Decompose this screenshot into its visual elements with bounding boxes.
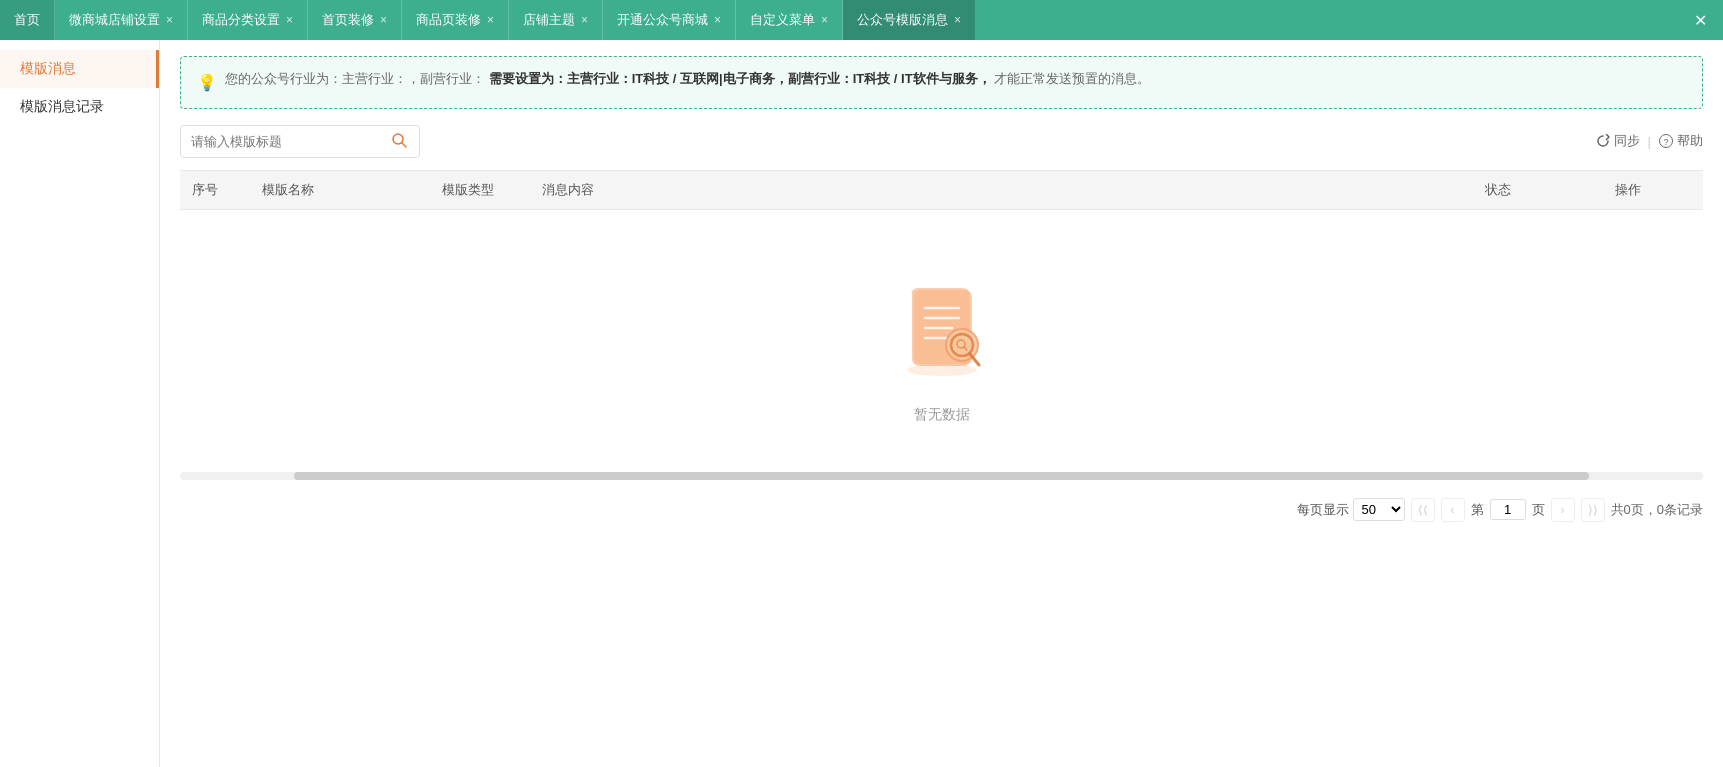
col-type: 模版类型: [430, 170, 530, 209]
page-number-input[interactable]: [1490, 499, 1526, 520]
sidebar-item-template-record-label: 模版消息记录: [20, 98, 104, 114]
sync-icon: [1596, 134, 1610, 148]
page-size-select: 每页显示 50 10 20 100: [1297, 498, 1405, 521]
tab-shop-theme-close[interactable]: ×: [581, 13, 588, 27]
prev-page-button[interactable]: ‹: [1441, 498, 1465, 522]
tab-product-category-close[interactable]: ×: [286, 13, 293, 27]
empty-state: 暂无数据: [180, 210, 1703, 464]
tab-bar: 首页 微商城店铺设置 × 商品分类设置 × 首页装修 × 商品页装修 × 店铺主…: [0, 0, 1723, 40]
table-body: 暂无数据: [180, 209, 1703, 464]
help-button[interactable]: ? 帮助: [1659, 132, 1703, 150]
last-page-button[interactable]: ⟩⟩: [1581, 498, 1605, 522]
page-label-post: 页: [1532, 501, 1545, 519]
tab-custom-menu-label: 自定义菜单: [750, 11, 815, 29]
help-icon: ?: [1659, 134, 1673, 148]
tab-template-msg[interactable]: 公众号模版消息 ×: [843, 0, 976, 40]
sync-label: 同步: [1614, 132, 1640, 150]
search-bar: 同步 | ? 帮助: [180, 125, 1703, 158]
svg-line-1: [402, 143, 406, 147]
notice-box: 💡 您的公众号行业为：主营行业：，副营行业： 需要设置为：主营行业：IT科技 /…: [180, 56, 1703, 109]
tab-shop-theme[interactable]: 店铺主题 ×: [509, 0, 603, 40]
data-table: 序号 模版名称 模版类型 消息内容 状态 操作: [180, 170, 1703, 464]
sidebar-item-template-message-label: 模版消息: [20, 60, 76, 76]
page-size-dropdown[interactable]: 50 10 20 100: [1353, 498, 1405, 521]
first-page-button[interactable]: ⟨⟨: [1411, 498, 1435, 522]
scroll-bar-thumb: [294, 472, 1589, 480]
tab-product-decor-close[interactable]: ×: [487, 13, 494, 27]
scroll-bar[interactable]: [180, 472, 1703, 480]
next-page-button[interactable]: ›: [1551, 498, 1575, 522]
tab-product-decor-label: 商品页装修: [416, 11, 481, 29]
pagination: 每页显示 50 10 20 100 ⟨⟨ ‹ 第 页 › ⟩⟩ 共0页，0条记录: [180, 488, 1703, 532]
notice-suffix: 才能正常发送预置的消息。: [994, 71, 1150, 86]
tab-home-decor-label: 首页装修: [322, 11, 374, 29]
tab-custom-menu[interactable]: 自定义菜单 ×: [736, 0, 843, 40]
help-label: 帮助: [1677, 132, 1703, 150]
table-header-row: 序号 模版名称 模版类型 消息内容 状态 操作: [180, 170, 1703, 209]
sync-button[interactable]: 同步: [1596, 132, 1640, 150]
tab-product-category-label: 商品分类设置: [202, 11, 280, 29]
tab-home-decor[interactable]: 首页装修 ×: [308, 0, 402, 40]
empty-state-row: 暂无数据: [180, 209, 1703, 464]
tab-shop-settings-label: 微商城店铺设置: [69, 11, 160, 29]
window-close-button[interactable]: ✕: [1678, 11, 1723, 30]
page-label-pre: 第: [1471, 501, 1484, 519]
tab-shop-theme-label: 店铺主题: [523, 11, 575, 29]
tab-template-msg-close[interactable]: ×: [954, 13, 961, 27]
search-button[interactable]: [381, 126, 417, 157]
toolbar-right: 同步 | ? 帮助: [1596, 132, 1703, 150]
main-layout: 模版消息 模版消息记录 💡 您的公众号行业为：主营行业：，副营行业： 需要设置为…: [0, 40, 1723, 767]
empty-illustration: [882, 270, 1002, 390]
tab-home[interactable]: 首页: [0, 0, 55, 40]
search-input[interactable]: [181, 128, 381, 155]
tab-product-decor[interactable]: 商品页装修 ×: [402, 0, 509, 40]
sidebar-item-template-record[interactable]: 模版消息记录: [0, 88, 159, 126]
tab-open-mall-label: 开通公众号商城: [617, 11, 708, 29]
svg-text:?: ?: [1663, 137, 1668, 147]
tab-home-label: 首页: [14, 11, 40, 29]
content-area: 💡 您的公众号行业为：主营行业：，副营行业： 需要设置为：主营行业：IT科技 /…: [160, 40, 1723, 767]
empty-text: 暂无数据: [914, 406, 970, 424]
search-icon: [391, 132, 407, 148]
sidebar-item-template-message[interactable]: 模版消息: [0, 50, 159, 88]
search-input-wrap: [180, 125, 420, 158]
col-action: 操作: [1603, 170, 1703, 209]
tab-home-decor-close[interactable]: ×: [380, 13, 387, 27]
tab-open-mall[interactable]: 开通公众号商城 ×: [603, 0, 736, 40]
tab-open-mall-close[interactable]: ×: [714, 13, 721, 27]
notice-highlight: 需要设置为：主营行业：IT科技 / 互联网|电子商务，副营行业：IT科技 / I…: [489, 71, 991, 86]
notice-prefix: 您的公众号行业为：主营行业：，副营行业：: [225, 71, 485, 86]
col-status: 状态: [1473, 170, 1603, 209]
col-index: 序号: [180, 170, 250, 209]
sidebar: 模版消息 模版消息记录: [0, 40, 160, 767]
tab-shop-settings-close[interactable]: ×: [166, 13, 173, 27]
tab-product-category[interactable]: 商品分类设置 ×: [188, 0, 308, 40]
tab-shop-settings[interactable]: 微商城店铺设置 ×: [55, 0, 188, 40]
toolbar-divider: |: [1648, 134, 1651, 149]
notice-icon: 💡: [197, 70, 217, 96]
col-name: 模版名称: [250, 170, 430, 209]
total-info: 共0页，0条记录: [1611, 501, 1703, 519]
col-content: 消息内容: [530, 170, 1473, 209]
tab-template-msg-label: 公众号模版消息: [857, 11, 948, 29]
per-page-label: 每页显示: [1297, 501, 1349, 519]
tab-custom-menu-close[interactable]: ×: [821, 13, 828, 27]
notice-text: 您的公众号行业为：主营行业：，副营行业： 需要设置为：主营行业：IT科技 / 互…: [225, 69, 1150, 90]
